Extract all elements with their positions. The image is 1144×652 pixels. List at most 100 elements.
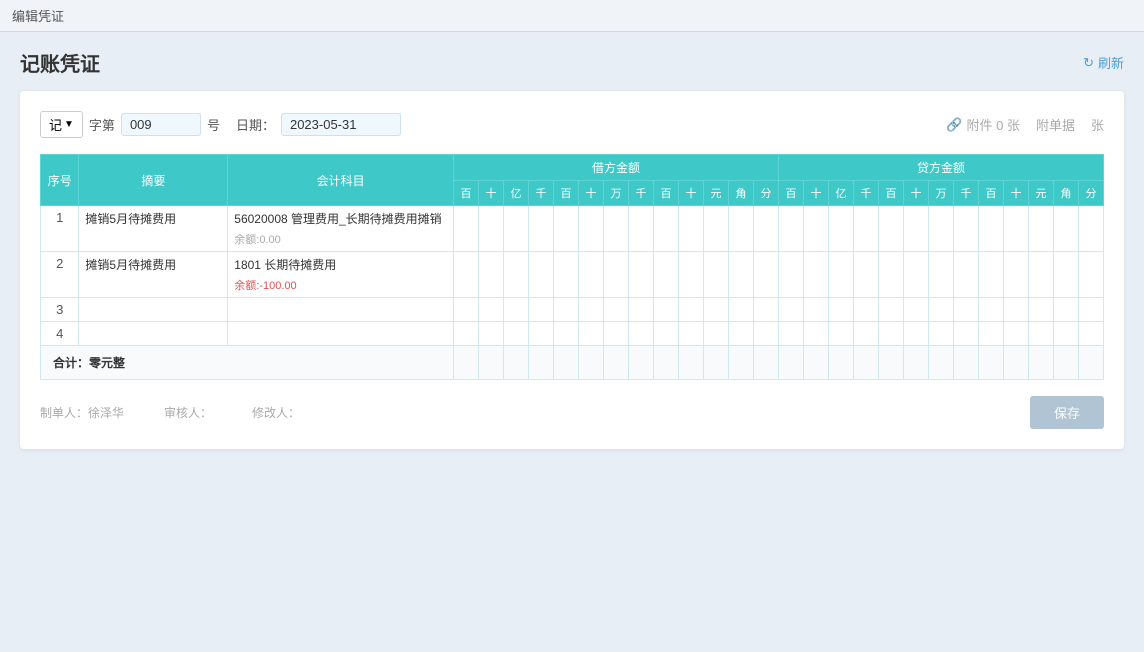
refresh-button[interactable]: ↻ 刷新 [1083, 53, 1124, 72]
row-1-debit-7[interactable] [628, 252, 653, 298]
row-2-credit-5[interactable] [903, 298, 928, 322]
row-3-credit-1[interactable] [803, 322, 828, 346]
row-1-debit-9[interactable] [678, 252, 703, 298]
row-0-debit-9[interactable] [678, 206, 703, 252]
row-3-debit-1[interactable] [478, 322, 503, 346]
row-1-debit-11[interactable] [728, 252, 753, 298]
row-2-credit-3[interactable] [853, 298, 878, 322]
row-3-credit-6[interactable] [928, 322, 953, 346]
row-3-credit-2[interactable] [828, 322, 853, 346]
row-2-debit-1[interactable] [478, 298, 503, 322]
row-2-credit-8[interactable] [978, 298, 1003, 322]
row-3-credit-9[interactable] [1003, 322, 1028, 346]
row-2-debit-5[interactable] [578, 298, 603, 322]
row-2-debit-9[interactable] [678, 298, 703, 322]
row-1-debit-5[interactable] [578, 252, 603, 298]
row-2-summary[interactable] [79, 298, 228, 322]
row-1-debit-2[interactable] [503, 252, 528, 298]
row-0-debit-4[interactable] [553, 206, 578, 252]
row-2-debit-6[interactable] [603, 298, 628, 322]
row-2-credit-10[interactable] [1028, 298, 1053, 322]
row-3-credit-3[interactable] [853, 322, 878, 346]
row-1-debit-3[interactable] [528, 252, 553, 298]
row-0-debit-1[interactable] [478, 206, 503, 252]
row-3-debit-0[interactable] [453, 322, 478, 346]
row-1-summary[interactable]: 摊销5月待摊费用 [79, 252, 228, 298]
row-0-credit-8[interactable] [978, 206, 1003, 252]
row-0-debit-0[interactable] [453, 206, 478, 252]
row-2-credit-2[interactable] [828, 298, 853, 322]
row-2-credit-7[interactable] [953, 298, 978, 322]
row-1-credit-9[interactable] [1003, 252, 1028, 298]
row-0-debit-10[interactable] [703, 206, 728, 252]
row-2-credit-11[interactable] [1053, 298, 1078, 322]
table-row[interactable]: 1摊销5月待摊费用56020008 管理费用_长期待摊费用摊销余额:0.00 [41, 206, 1104, 252]
row-0-debit-8[interactable] [653, 206, 678, 252]
row-3-debit-10[interactable] [703, 322, 728, 346]
row-0-debit-5[interactable] [578, 206, 603, 252]
row-3-credit-12[interactable] [1078, 322, 1103, 346]
row-0-credit-2[interactable] [828, 206, 853, 252]
row-0-credit-7[interactable] [953, 206, 978, 252]
row-3-debit-8[interactable] [653, 322, 678, 346]
row-0-debit-3[interactable] [528, 206, 553, 252]
row-0-credit-6[interactable] [928, 206, 953, 252]
row-3-debit-7[interactable] [628, 322, 653, 346]
row-1-credit-0[interactable] [778, 252, 803, 298]
row-3-debit-6[interactable] [603, 322, 628, 346]
row-0-debit-2[interactable] [503, 206, 528, 252]
date-input[interactable] [281, 113, 401, 136]
row-1-debit-1[interactable] [478, 252, 503, 298]
row-3-debit-2[interactable] [503, 322, 528, 346]
row-1-credit-2[interactable] [828, 252, 853, 298]
row-3-debit-12[interactable] [753, 322, 778, 346]
row-1-debit-12[interactable] [753, 252, 778, 298]
row-3-debit-3[interactable] [528, 322, 553, 346]
row-1-credit-7[interactable] [953, 252, 978, 298]
row-1-debit-0[interactable] [453, 252, 478, 298]
row-0-credit-12[interactable] [1078, 206, 1103, 252]
row-1-debit-8[interactable] [653, 252, 678, 298]
row-2-credit-9[interactable] [1003, 298, 1028, 322]
table-row[interactable]: 3 [41, 298, 1104, 322]
row-3-credit-0[interactable] [778, 322, 803, 346]
row-1-credit-3[interactable] [853, 252, 878, 298]
row-2-debit-4[interactable] [553, 298, 578, 322]
row-0-credit-0[interactable] [778, 206, 803, 252]
row-1-debit-10[interactable] [703, 252, 728, 298]
row-3-credit-5[interactable] [903, 322, 928, 346]
table-row[interactable]: 2摊销5月待摊费用1801 长期待摊费用余额:-100.00 [41, 252, 1104, 298]
row-2-credit-12[interactable] [1078, 298, 1103, 322]
row-1-credit-6[interactable] [928, 252, 953, 298]
row-2-credit-0[interactable] [778, 298, 803, 322]
row-0-credit-11[interactable] [1053, 206, 1078, 252]
row-1-credit-11[interactable] [1053, 252, 1078, 298]
row-3-credit-10[interactable] [1028, 322, 1053, 346]
row-2-debit-3[interactable] [528, 298, 553, 322]
row-0-debit-11[interactable] [728, 206, 753, 252]
row-3-debit-4[interactable] [553, 322, 578, 346]
row-3-debit-5[interactable] [578, 322, 603, 346]
row-2-debit-7[interactable] [628, 298, 653, 322]
row-3-debit-11[interactable] [728, 322, 753, 346]
row-2-debit-2[interactable] [503, 298, 528, 322]
row-1-debit-6[interactable] [603, 252, 628, 298]
row-3-credit-7[interactable] [953, 322, 978, 346]
row-2-debit-12[interactable] [753, 298, 778, 322]
row-3-credit-8[interactable] [978, 322, 1003, 346]
row-3-credit-11[interactable] [1053, 322, 1078, 346]
row-0-debit-12[interactable] [753, 206, 778, 252]
row-3-debit-9[interactable] [678, 322, 703, 346]
row-2-debit-0[interactable] [453, 298, 478, 322]
save-button[interactable]: 保存 [1030, 396, 1104, 429]
voucher-number-input[interactable] [121, 113, 201, 136]
row-1-credit-10[interactable] [1028, 252, 1053, 298]
row-3-credit-4[interactable] [878, 322, 903, 346]
table-row[interactable]: 4 [41, 322, 1104, 346]
row-0-credit-10[interactable] [1028, 206, 1053, 252]
row-1-credit-5[interactable] [903, 252, 928, 298]
row-2-debit-11[interactable] [728, 298, 753, 322]
row-1-account[interactable]: 1801 长期待摊费用余额:-100.00 [228, 252, 454, 298]
row-3-account[interactable] [228, 322, 454, 346]
row-2-debit-8[interactable] [653, 298, 678, 322]
